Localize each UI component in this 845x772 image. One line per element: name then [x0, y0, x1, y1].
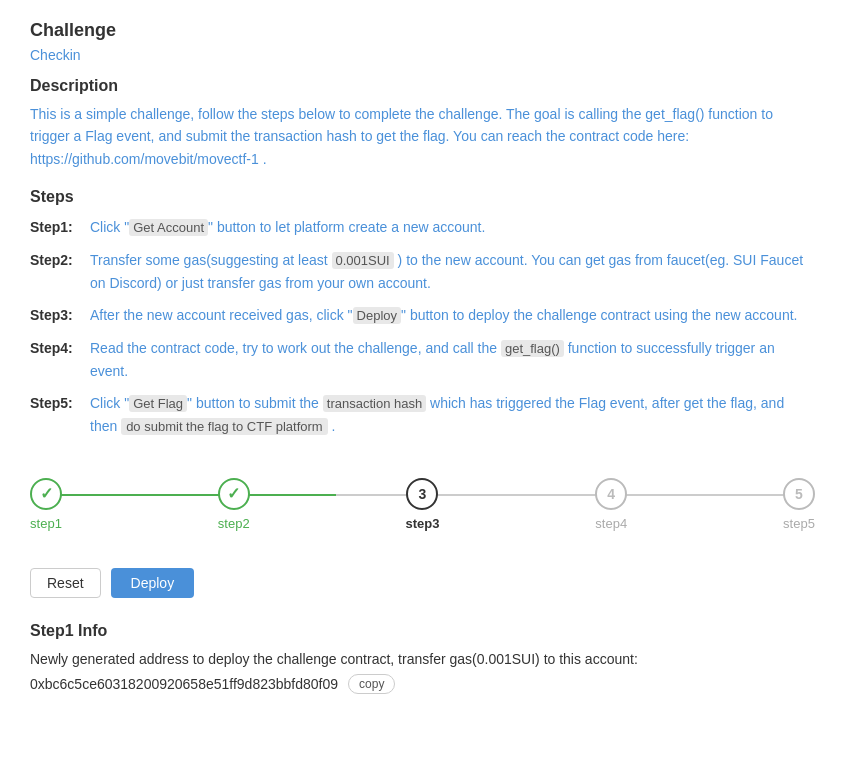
- step-3-row: Step3: After the new account received ga…: [30, 304, 815, 327]
- steps-title: Steps: [30, 188, 815, 206]
- step-3-label: Step3:: [30, 304, 90, 327]
- deploy-button[interactable]: Deploy: [111, 568, 195, 598]
- progress-step-5: 5 step5: [783, 478, 815, 531]
- progress-section: step1 step2 3 step3 4 step4 5: [30, 468, 815, 548]
- copy-button[interactable]: copy: [348, 674, 395, 694]
- step-2-highlight: 0.001SUI: [332, 252, 394, 269]
- progress-circle-4: 4: [595, 478, 627, 510]
- progress-circle-3: 3: [406, 478, 438, 510]
- step-5-label: Step5:: [30, 392, 90, 438]
- step-2-row: Step2: Transfer some gas(suggesting at l…: [30, 249, 815, 294]
- step1-info-section: Step1 Info Newly generated address to de…: [30, 622, 815, 694]
- address-row: 0xbc6c5ce60318200920658e51ff9d823bbfd80f…: [30, 674, 815, 694]
- step-5-content: Click "Get Flag" button to submit the tr…: [90, 392, 815, 438]
- check-icon-1: [40, 484, 53, 503]
- progress-circle-1: [30, 478, 62, 510]
- address-value: 0xbc6c5ce60318200920658e51ff9d823bbfd80f…: [30, 676, 338, 692]
- progress-step-2: step2: [218, 478, 250, 531]
- step-3-highlight: Deploy: [353, 307, 401, 324]
- description-title: Description: [30, 77, 815, 95]
- progress-circle-5: 5: [783, 478, 815, 510]
- step-4-row: Step4: Read the contract code, try to wo…: [30, 337, 815, 382]
- progress-step-3: 3 step3: [406, 478, 440, 531]
- step-4-highlight: get_flag(): [501, 340, 564, 357]
- description-text: This is a simple challenge, follow the s…: [30, 103, 815, 170]
- step-2-label: Step2:: [30, 249, 90, 294]
- progress-label-5: step5: [783, 516, 815, 531]
- action-buttons: Reset Deploy: [30, 568, 815, 598]
- step-2-content: Transfer some gas(suggesting at least 0.…: [90, 249, 815, 294]
- step-5-highlight-flag: Get Flag: [129, 395, 187, 412]
- step-5-highlight-submit: do submit the flag to CTF platform: [121, 418, 328, 435]
- page-title: Challenge: [30, 20, 815, 41]
- check-icon-2: [227, 484, 240, 503]
- step-1-highlight: Get Account: [129, 219, 208, 236]
- progress-steps-row: step1 step2 3 step3 4 step4 5: [30, 478, 815, 531]
- progress-label-2: step2: [218, 516, 250, 531]
- step-5-highlight-txhash: transaction hash: [323, 395, 426, 412]
- step-1-label: Step1:: [30, 216, 90, 239]
- progress-circle-2: [218, 478, 250, 510]
- progress-label-3: step3: [406, 516, 440, 531]
- progress-label-1: step1: [30, 516, 62, 531]
- progress-step-1: step1: [30, 478, 62, 531]
- step-4-label: Step4:: [30, 337, 90, 382]
- step-4-content: Read the contract code, try to work out …: [90, 337, 815, 382]
- progress-step-4: 4 step4: [595, 478, 627, 531]
- step-3-content: After the new account received gas, clic…: [90, 304, 815, 327]
- step1-info-text: Newly generated address to deploy the ch…: [30, 648, 815, 670]
- step-5-row: Step5: Click "Get Flag" button to submit…: [30, 392, 815, 438]
- checkin-link[interactable]: Checkin: [30, 47, 815, 63]
- progress-label-4: step4: [595, 516, 627, 531]
- step-1-row: Step1: Click "Get Account" button to let…: [30, 216, 815, 239]
- step-1-content: Click "Get Account" button to let platfo…: [90, 216, 815, 239]
- step1-info-title: Step1 Info: [30, 622, 815, 640]
- reset-button[interactable]: Reset: [30, 568, 101, 598]
